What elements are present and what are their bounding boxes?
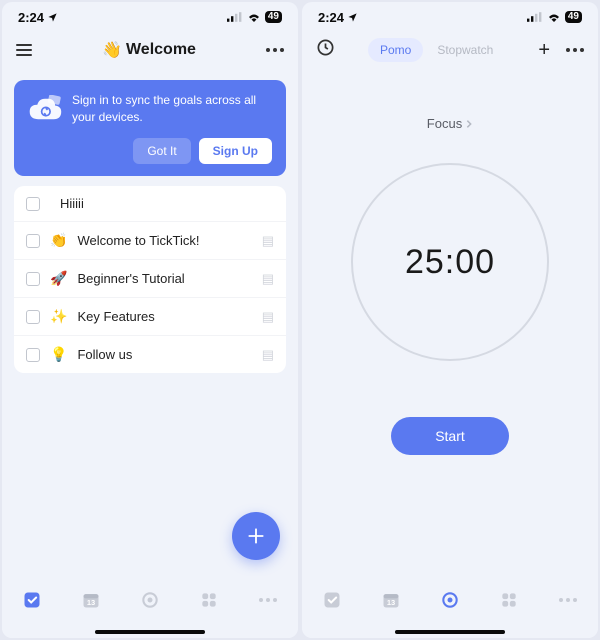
checkbox-icon[interactable] — [26, 197, 40, 211]
svg-text:13: 13 — [387, 598, 395, 607]
add-icon[interactable]: + — [538, 39, 550, 62]
battery-indicator: 49 — [265, 11, 282, 23]
focus-label-text: Focus — [427, 116, 462, 131]
note-icon: ▤ — [262, 233, 274, 249]
status-bar: 2:24 49 — [2, 2, 298, 28]
list-item[interactable]: ✨ Key Features ▤ — [14, 297, 286, 335]
tab-more[interactable] — [255, 587, 281, 613]
tab-tasks[interactable] — [19, 587, 45, 613]
wifi-icon — [547, 12, 561, 22]
tab-calendar[interactable]: 13 — [78, 587, 104, 613]
page-title: 👋 Welcome — [102, 40, 196, 60]
note-icon: ▤ — [262, 271, 274, 287]
plus-icon — [246, 526, 266, 546]
tab-bar: 13 — [2, 576, 298, 638]
tab-focus[interactable] — [137, 587, 163, 613]
start-button[interactable]: Start — [391, 417, 509, 455]
task-label: Beginner's Tutorial — [77, 271, 251, 286]
tab-pomo[interactable]: Pomo — [368, 38, 423, 62]
tab-calendar[interactable]: 13 — [378, 587, 404, 613]
focus-panel: Focus 25:00 Start — [302, 72, 598, 638]
tab-tasks[interactable] — [319, 587, 345, 613]
chevron-right-icon — [465, 119, 473, 129]
more-icon[interactable] — [266, 48, 284, 52]
location-icon — [47, 12, 58, 23]
checkbox-icon[interactable] — [26, 272, 40, 286]
task-emoji: 👏 — [50, 232, 67, 249]
task-emoji: ✨ — [50, 308, 67, 325]
mode-segment: Pomo Stopwatch — [343, 38, 530, 62]
task-list: Hiiiii 👏 Welcome to TickTick! ▤ 🚀 Beginn… — [14, 186, 286, 373]
wave-icon: 👋 — [102, 40, 122, 60]
task-label: Follow us — [77, 347, 251, 362]
checkbox-icon[interactable] — [26, 234, 40, 248]
tab-stopwatch[interactable]: Stopwatch — [425, 38, 505, 62]
tab-focus[interactable] — [437, 587, 463, 613]
list-item[interactable]: 💡 Follow us ▤ — [14, 335, 286, 373]
task-label: Hiiiii — [60, 196, 274, 211]
got-it-button[interactable]: Got It — [133, 138, 190, 164]
battery-indicator: 49 — [565, 11, 582, 23]
svg-text:13: 13 — [87, 598, 95, 607]
tab-more[interactable] — [555, 587, 581, 613]
wifi-icon — [247, 12, 261, 22]
note-icon: ▤ — [262, 309, 274, 325]
page-title-text: Welcome — [126, 41, 196, 59]
checkbox-icon[interactable] — [26, 348, 40, 362]
signal-icon — [527, 12, 543, 22]
list-item[interactable]: 👏 Welcome to TickTick! ▤ — [14, 221, 286, 259]
phone-left: 2:24 49 👋 Welcome Sign in to sync — [2, 2, 298, 638]
add-task-button[interactable] — [232, 512, 280, 560]
sync-cloud-icon — [28, 92, 62, 126]
task-emoji: 🚀 — [50, 270, 67, 287]
home-indicator — [395, 630, 505, 634]
signal-icon — [227, 12, 243, 22]
tab-bar: 13 — [302, 576, 598, 638]
timer-dial[interactable]: 25:00 — [351, 163, 549, 361]
status-time: 2:24 — [318, 10, 344, 25]
app-bar: 👋 Welcome — [2, 28, 298, 72]
task-label: Key Features — [77, 309, 251, 324]
task-emoji: 💡 — [50, 346, 67, 363]
timer-value: 25:00 — [405, 243, 495, 282]
list-item[interactable]: Hiiiii — [14, 186, 286, 221]
more-icon[interactable] — [566, 48, 584, 52]
note-icon: ▤ — [262, 347, 274, 363]
task-label: Welcome to TickTick! — [77, 233, 251, 248]
tab-habit[interactable] — [196, 587, 222, 613]
banner-message: Sign in to sync the goals across all you… — [72, 92, 272, 126]
status-time: 2:24 — [18, 10, 44, 25]
list-item[interactable]: 🚀 Beginner's Tutorial ▤ — [14, 259, 286, 297]
checkbox-icon[interactable] — [26, 310, 40, 324]
tab-habit[interactable] — [496, 587, 522, 613]
menu-icon[interactable] — [16, 44, 32, 56]
home-indicator — [95, 630, 205, 634]
phone-right: 2:24 49 Pomo Stopwatch + Focus — [302, 2, 598, 638]
signin-banner: Sign in to sync the goals across all you… — [14, 80, 286, 176]
focus-selector[interactable]: Focus — [427, 116, 473, 131]
location-icon — [347, 12, 358, 23]
sign-up-button[interactable]: Sign Up — [199, 138, 272, 164]
history-icon[interactable] — [316, 38, 335, 62]
app-bar: Pomo Stopwatch + — [302, 28, 598, 72]
status-bar: 2:24 49 — [302, 2, 598, 28]
